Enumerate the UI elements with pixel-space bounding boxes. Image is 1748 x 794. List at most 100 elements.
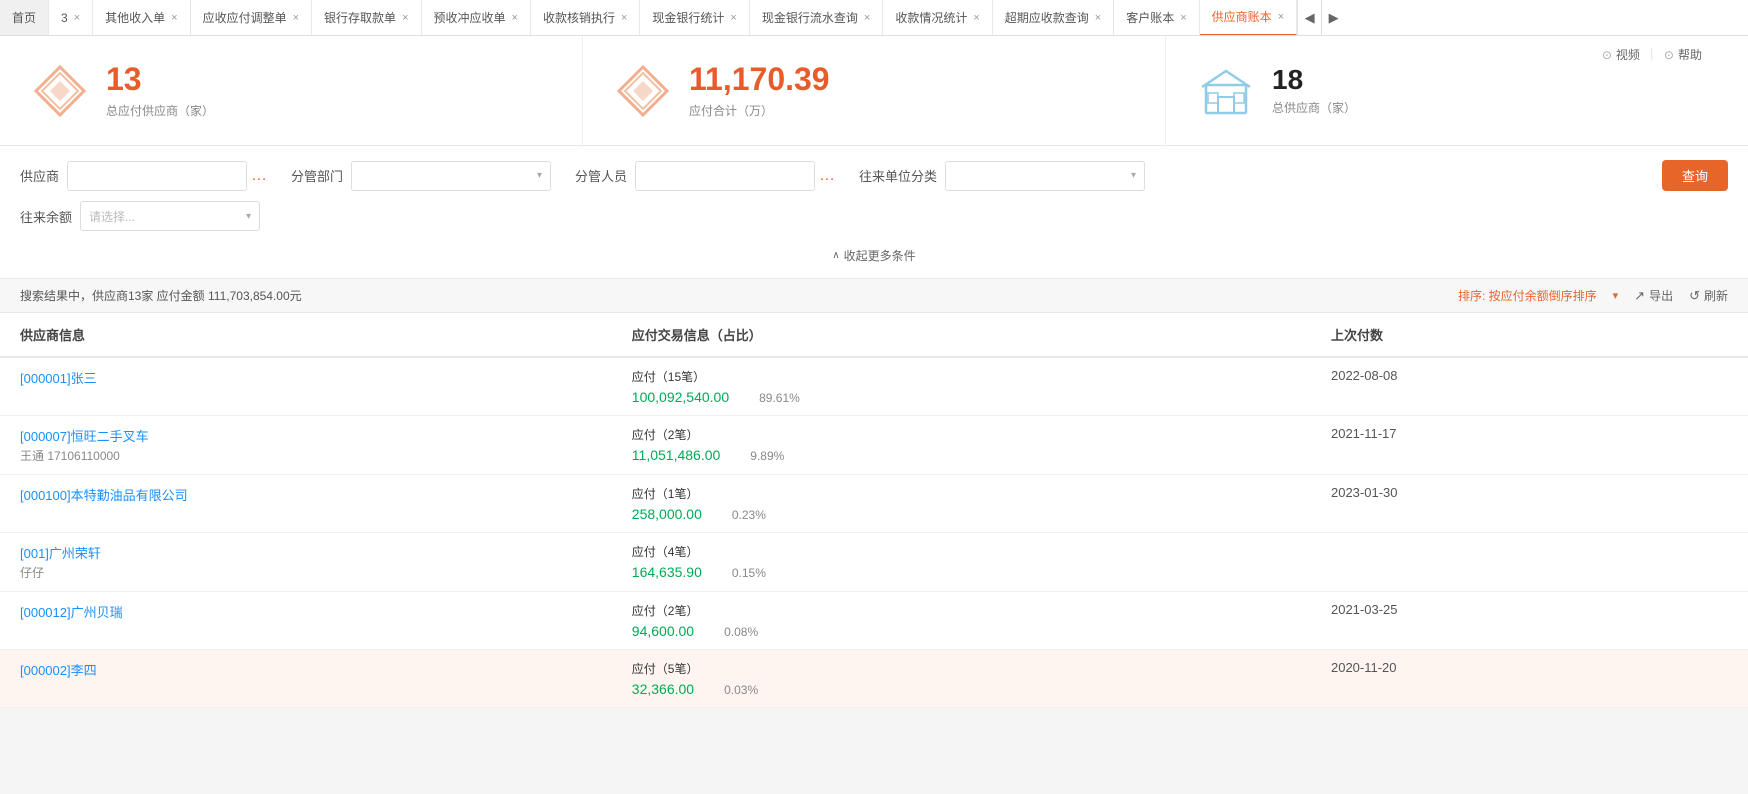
supplier-filter-input[interactable] (67, 161, 247, 191)
supplier-link[interactable]: [000007]恒旺二手叉车 (20, 429, 149, 444)
close-icon[interactable]: × (864, 12, 870, 24)
close-icon[interactable]: × (512, 12, 518, 24)
collapse-button[interactable]: ∧ 收起更多条件 (20, 241, 1728, 268)
card3-number: 18 (1272, 65, 1356, 96)
nav-tab-cash-bank-flow[interactable]: 现金银行流水查询 × (750, 0, 883, 36)
tx-info-cell: 应付（2笔）11,051,486.009.89% (612, 416, 1311, 475)
table-row: [000100]本特勤油品有限公司 应付（1笔）258,000.000.23%20… (0, 475, 1748, 533)
supplier-info-cell: [000012]广州贝瑞 (0, 592, 612, 650)
tx-label: 应付（1笔） (632, 485, 1291, 502)
nav-tab-other-income-label: 其他收入单 (105, 9, 165, 26)
close-icon[interactable]: × (621, 12, 627, 24)
close-icon[interactable]: × (293, 12, 299, 24)
supplier-info-cell: [000001]张三 (0, 357, 612, 416)
tx-percent: 0.03% (724, 683, 758, 697)
supplier-filter-dots[interactable]: … (251, 167, 267, 185)
nav-tab-customer-ledger-label: 客户账本 (1126, 9, 1174, 26)
nav-tab-cash-bank-stat[interactable]: 现金银行统计 × (640, 0, 749, 36)
close-icon[interactable]: × (402, 12, 408, 24)
nav-tab-receipt-stat[interactable]: 收款情况统计 × (883, 0, 992, 36)
close-icon[interactable]: × (1180, 12, 1186, 24)
supplier-link[interactable]: [001]广州荣轩 (20, 546, 101, 561)
nav-tab-3[interactable]: 3 × (49, 0, 93, 36)
tx-info-cell: 应付（1笔）258,000.000.23% (612, 475, 1311, 533)
tx-label: 应付（4笔） (632, 543, 1291, 560)
nav-tab-3-label: 3 (61, 11, 68, 25)
close-icon[interactable]: × (74, 12, 80, 24)
close-icon[interactable]: × (1278, 11, 1284, 23)
nav-tab-home-label: 首页 (12, 9, 36, 26)
nav-tab-cash-bank-stat-label: 现金银行统计 (652, 9, 724, 26)
close-icon[interactable]: × (1095, 12, 1101, 24)
tx-label: 应付（2笔） (632, 602, 1291, 619)
nav-tab-prepay-ar-label: 预收冲应收单 (434, 9, 506, 26)
refresh-button[interactable]: ↺ 刷新 (1689, 287, 1728, 304)
nav-tab-receipt-verify[interactable]: 收款核销执行 × (531, 0, 640, 36)
nav-tab-ar-ap-adjust[interactable]: 应收应付调整单 × (191, 0, 312, 36)
tx-amount: 94,600.00 (632, 623, 694, 639)
chevron-up-icon: ∧ (832, 250, 839, 261)
close-icon[interactable]: × (730, 12, 736, 24)
person-filter-input[interactable] (635, 161, 815, 191)
nav-tab-cash-bank-flow-label: 现金银行流水查询 (762, 9, 858, 26)
person-filter-dots[interactable]: … (819, 167, 835, 185)
card1-number: 13 (106, 62, 214, 97)
tx-info-cell: 应付（2笔） 94,600.00 0.08% (612, 592, 1311, 650)
last-payment-cell: 2020-11-20 (1311, 650, 1748, 708)
supplier-link[interactable]: [000001]张三 (20, 371, 97, 386)
tx-amount: 164,635.90 (632, 564, 702, 580)
supplier-link[interactable]: [000012]广州贝瑞 (20, 605, 123, 620)
tx-label: 应付（5笔） (632, 660, 1291, 677)
nav-tab-overdue-ar-label: 超期应收款查询 (1005, 9, 1089, 26)
nav-tab-overdue-ar[interactable]: 超期应收款查询 × (993, 0, 1114, 36)
person-filter-label: 分管人员 (575, 166, 627, 185)
supplier-sub-info: 仔仔 (20, 564, 592, 581)
help-link[interactable]: 帮助 (1678, 46, 1702, 63)
sort-select[interactable]: 排序: 按应付余额倒序排序 (1458, 287, 1597, 304)
nav-tab-supplier-ledger[interactable]: 供应商账本 × (1200, 0, 1297, 36)
card2-label: 应付合计（万） (689, 102, 830, 119)
dept-chevron-down-icon: ▾ (537, 170, 542, 181)
col-last-payment: 上次付数 (1311, 313, 1748, 357)
nav-right-arrow[interactable]: ▶ (1321, 0, 1345, 36)
summary-card-total-suppliers: 18 总供应商（家） ⊙ 视频 ｜ ⊙ 帮助 (1166, 36, 1748, 145)
nav-tab-bank-deposit[interactable]: 银行存取款单 × (312, 0, 421, 36)
export-icon: ↗ (1634, 288, 1645, 304)
data-table: 供应商信息 应付交易信息（占比） 上次付数 [000001]张三应付（15笔）1… (0, 313, 1748, 708)
supplier-info-cell: [000002]李四 (0, 650, 612, 708)
supplier-info-cell: [001]广州荣轩仔仔 (0, 533, 612, 592)
dept-filter-select[interactable]: ▾ (351, 161, 551, 191)
balance-filter-select[interactable]: 请选择... ▾ (80, 201, 260, 231)
last-payment-cell: 2023-01-30 (1311, 475, 1748, 533)
export-button[interactable]: ↗ 导出 (1634, 287, 1673, 304)
supplier-link[interactable]: [000100]本特勤油品有限公司 (20, 488, 188, 503)
nav-tab-home[interactable]: 首页 (0, 0, 49, 36)
nav-left-arrow[interactable]: ◀ (1297, 0, 1321, 36)
summary-card-payable-suppliers: 13 总应付供应商（家） (0, 36, 583, 145)
nav-tab-customer-ledger[interactable]: 客户账本 × (1114, 0, 1199, 36)
query-button[interactable]: 查询 (1662, 160, 1728, 191)
card3-label: 总供应商（家） (1272, 99, 1356, 116)
close-icon[interactable]: × (973, 12, 979, 24)
nav-tab-supplier-ledger-label: 供应商账本 (1212, 8, 1272, 25)
filter-supplier: 供应商 … (20, 161, 267, 191)
table-container: 供应商信息 应付交易信息（占比） 上次付数 [000001]张三应付（15笔）1… (0, 313, 1748, 708)
tx-percent: 9.89% (750, 449, 784, 463)
nav-tab-other-income[interactable]: 其他收入单 × (93, 0, 190, 36)
nav-tab-bank-deposit-label: 银行存取款单 (324, 9, 396, 26)
card2-icon (613, 61, 673, 121)
close-icon[interactable]: × (171, 12, 177, 24)
tx-percent: 0.15% (732, 566, 766, 580)
video-link[interactable]: 视频 (1616, 46, 1640, 63)
nav-tab-ar-ap-adjust-label: 应收应付调整单 (203, 9, 287, 26)
sort-chevron-down-icon[interactable]: ▾ (1613, 289, 1619, 302)
category-filter-select[interactable]: ▾ (945, 161, 1145, 191)
supplier-info-cell: [000100]本特勤油品有限公司 (0, 475, 612, 533)
nav-tab-prepay-ar[interactable]: 预收冲应收单 × (422, 0, 531, 36)
tx-percent: 0.08% (724, 625, 758, 639)
supplier-link[interactable]: [000002]李四 (20, 663, 97, 678)
table-header-row: 供应商信息 应付交易信息（占比） 上次付数 (0, 313, 1748, 357)
top-right-links: ⊙ 视频 ｜ ⊙ 帮助 (1602, 36, 1718, 63)
filter-dept: 分管部门 ▾ (291, 161, 551, 191)
last-payment-cell: 2022-08-08 (1311, 357, 1748, 416)
